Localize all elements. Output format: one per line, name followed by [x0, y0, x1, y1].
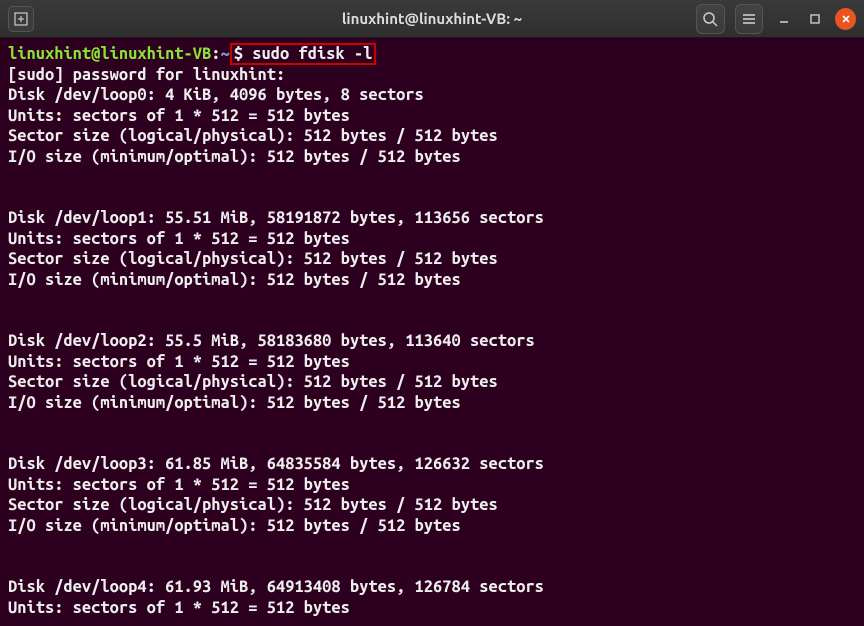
minimize-button[interactable] [773, 8, 794, 30]
blank-line [8, 536, 856, 557]
prompt-path: ~ [221, 45, 230, 63]
blank-line [8, 188, 856, 209]
output-line: I/O size (minimum/optimal): 512 bytes / … [8, 147, 856, 168]
prompt-user-host: linuxhint@linuxhint-VB [8, 45, 211, 63]
titlebar-right [696, 4, 856, 34]
blank-line [8, 413, 856, 434]
output-line: [sudo] password for linuxhint: [8, 65, 856, 86]
blank-line [8, 167, 856, 188]
output-line: I/O size (minimum/optimal): 512 bytes / … [8, 270, 856, 291]
close-icon [840, 13, 852, 25]
titlebar: linuxhint@linuxhint-VB: ~ [0, 0, 864, 38]
maximize-icon [809, 13, 821, 25]
new-tab-icon [14, 12, 28, 26]
terminal-body[interactable]: linuxhint@linuxhint-VB:~$ sudo fdisk -l[… [0, 38, 864, 626]
output-line: Sector size (logical/physical): 512 byte… [8, 126, 856, 147]
output-line: Disk /dev/loop3: 61.85 MiB, 64835584 byt… [8, 454, 856, 475]
titlebar-left [8, 6, 168, 32]
output-line: Units: sectors of 1 * 512 = 512 bytes [8, 352, 856, 373]
blank-line [8, 290, 856, 311]
minimize-icon [778, 13, 790, 25]
output-line: Sector size (logical/physical): 512 byte… [8, 495, 856, 516]
search-button[interactable] [696, 4, 725, 34]
command-highlight-box: $ sudo fdisk -l [230, 43, 377, 65]
command-text: sudo fdisk -l [252, 45, 372, 63]
prompt-separator: : [211, 45, 220, 63]
output-line: Units: sectors of 1 * 512 = 512 bytes [8, 475, 856, 496]
prompt-line: linuxhint@linuxhint-VB:~$ sudo fdisk -l [8, 44, 856, 65]
output-line: I/O size (minimum/optimal): 512 bytes / … [8, 516, 856, 537]
new-tab-button[interactable] [8, 6, 34, 32]
output-line: Sector size (logical/physical): 512 byte… [8, 372, 856, 393]
output-line: Units: sectors of 1 * 512 = 512 bytes [8, 106, 856, 127]
terminal-window: linuxhint@linuxhint-VB: ~ [0, 0, 864, 626]
menu-button[interactable] [735, 4, 764, 34]
close-button[interactable] [835, 8, 856, 30]
output-line: I/O size (minimum/optimal): 512 bytes / … [8, 393, 856, 414]
output-line: Disk /dev/loop2: 55.5 MiB, 58183680 byte… [8, 331, 856, 352]
blank-line [8, 557, 856, 578]
output-line: Sector size (logical/physical): 512 byte… [8, 249, 856, 270]
output-line: Disk /dev/loop1: 55.51 MiB, 58191872 byt… [8, 208, 856, 229]
maximize-button[interactable] [804, 8, 825, 30]
prompt-symbol: $ [234, 45, 252, 63]
output-line: Units: sectors of 1 * 512 = 512 bytes [8, 598, 856, 619]
output-line: Disk /dev/loop0: 4 KiB, 4096 bytes, 8 se… [8, 85, 856, 106]
blank-line [8, 434, 856, 455]
window-title: linuxhint@linuxhint-VB: ~ [168, 10, 696, 27]
hamburger-icon [741, 11, 757, 27]
blank-line [8, 311, 856, 332]
output-line: Disk /dev/loop4: 61.93 MiB, 64913408 byt… [8, 577, 856, 598]
search-icon [702, 11, 718, 27]
output-line: Units: sectors of 1 * 512 = 512 bytes [8, 229, 856, 250]
